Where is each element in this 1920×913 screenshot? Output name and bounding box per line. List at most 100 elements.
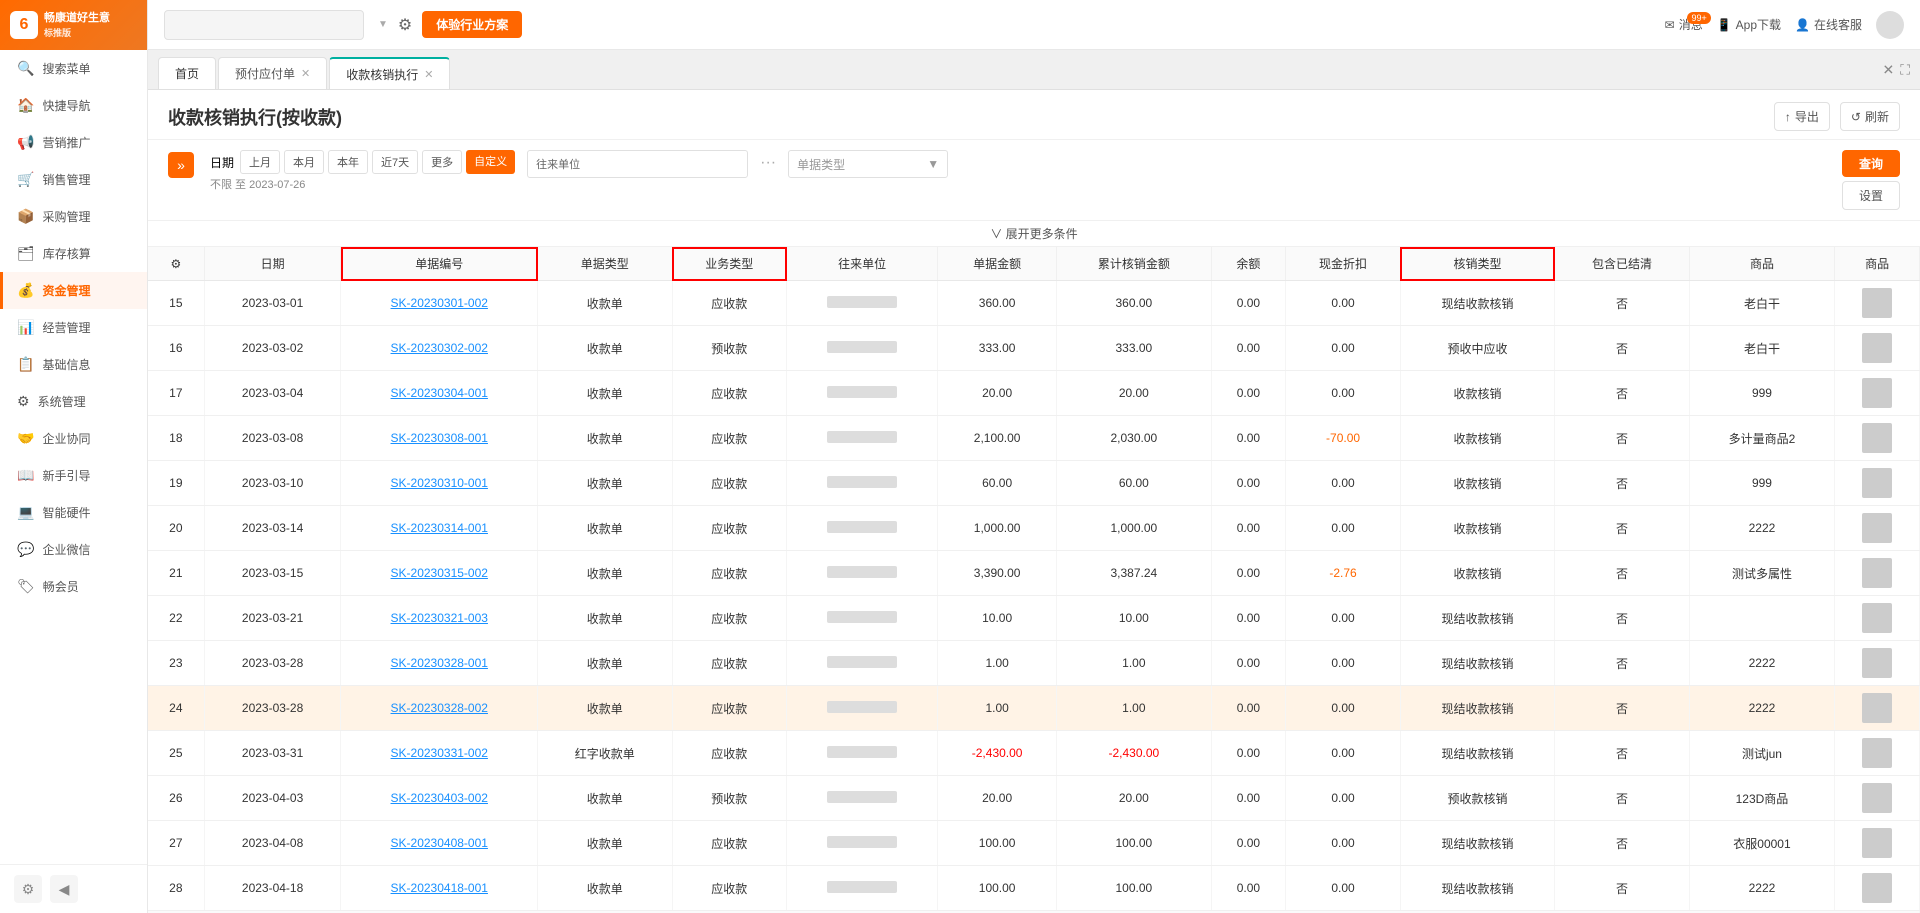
cell-product1: 老白干 [1689, 281, 1835, 326]
sidebar-item-search[interactable]: 🔍 搜索菜单 [0, 50, 147, 87]
cell-discount: 0.00 [1286, 326, 1401, 371]
sidebar-settings-btn[interactable]: ⚙ [14, 875, 42, 903]
sidebar-item-basic[interactable]: 📋 基础信息 [0, 346, 147, 383]
date-btn-lastmonth[interactable]: 上月 [240, 150, 280, 174]
maximize-icon[interactable]: ⛶ [1900, 61, 1910, 78]
cell-product2 [1835, 776, 1920, 821]
cell-written: 360.00 [1057, 281, 1211, 326]
filter-toggle-btn[interactable]: » [168, 152, 194, 178]
cell-settled: 否 [1555, 641, 1689, 686]
cell-product1: 2222 [1689, 866, 1835, 911]
cell-product2 [1835, 371, 1920, 416]
cell-settled: 否 [1555, 686, 1689, 731]
date-btn-7days[interactable]: 近7天 [372, 150, 418, 174]
col-settings[interactable]: ⚙ [148, 247, 204, 281]
table-row: 20 2023-03-14 SK-20230314-001 收款单 应收款 1,… [148, 506, 1920, 551]
filter-date-group: 日期 上月 本月 本年 近7天 更多 自定义 不限 至 2023-07-26 [210, 150, 515, 192]
app-download-btn[interactable]: 📱 App下载 [1717, 16, 1781, 33]
cell-partner [787, 371, 938, 416]
message-btn[interactable]: ✉ 消息 99+ [1665, 16, 1703, 33]
date-btn-custom[interactable]: 自定义 [466, 150, 515, 174]
weixin-icon: 💬 [17, 541, 34, 558]
cell-no: 19 [148, 461, 204, 506]
sidebar-item-sales[interactable]: 🛒 销售管理 [0, 161, 147, 198]
cell-settled: 否 [1555, 281, 1689, 326]
main-area: ▼ ⚙ 体验行业方案 ✉ 消息 99+ 📱 App下载 👤 在线客服 首页 [148, 0, 1920, 913]
cell-written: -2,430.00 [1057, 731, 1211, 776]
refresh-btn[interactable]: ↺ 刷新 [1840, 102, 1900, 131]
data-table: ⚙ 日期 单据编号 单据类型 业务类型 往来单位 单据金额 累计核销金额 余额 … [148, 247, 1920, 913]
export-btn[interactable]: ↑ 导出 [1774, 102, 1830, 131]
partner-input[interactable] [584, 157, 739, 171]
cell-no: 20 [148, 506, 204, 551]
tab-home[interactable]: 首页 [158, 57, 216, 89]
cell-partner [787, 866, 938, 911]
sidebar-item-member[interactable]: 🏷 畅会员 [0, 568, 147, 605]
sidebar-logo: 6 畅康道好生意 标推版 [0, 0, 147, 50]
cell-code: SK-20230418-001 [341, 866, 538, 911]
sidebar-item-system[interactable]: ⚙ 系统管理 [0, 383, 147, 420]
tab-home-label: 首页 [175, 65, 199, 82]
date-btn-more[interactable]: 更多 [422, 150, 462, 174]
expand-label: 展开更多条件 [1006, 227, 1078, 241]
cell-product2 [1835, 461, 1920, 506]
cell-balance: 0.00 [1211, 326, 1286, 371]
cell-product2 [1835, 506, 1920, 551]
filter-partner-group: 往来单位 [527, 150, 748, 178]
sidebar-item-weixin[interactable]: 💬 企业微信 [0, 531, 147, 568]
sidebar-item-guide[interactable]: 📖 新手引导 [0, 457, 147, 494]
sidebar-item-operation[interactable]: 📊 经营管理 [0, 309, 147, 346]
sidebar-label-member: 畅会员 [43, 578, 79, 595]
trial-btn[interactable]: 体验行业方案 [422, 11, 522, 38]
settings-btn[interactable]: 设置 [1842, 181, 1900, 210]
cell-discount: 0.00 [1286, 821, 1401, 866]
cell-type: 收款单 [538, 506, 672, 551]
sidebar-item-finance[interactable]: 💰 资金管理 [0, 272, 147, 309]
cell-date: 2023-03-08 [204, 416, 341, 461]
cell-product1: 测试jun [1689, 731, 1835, 776]
search-input[interactable] [173, 18, 355, 32]
home-icon: 🏠 [17, 97, 34, 114]
query-btn[interactable]: 查询 [1842, 150, 1900, 177]
cell-amount: 10.00 [938, 596, 1057, 641]
user-avatar[interactable] [1876, 11, 1904, 39]
tab-prepay[interactable]: 预付应付单 ✕ [218, 57, 327, 89]
sidebar-item-purchase[interactable]: 📦 采购管理 [0, 198, 147, 235]
cell-no: 15 [148, 281, 204, 326]
close-window-icon[interactable]: ✕ [1882, 61, 1894, 78]
cell-product2 [1835, 866, 1920, 911]
cell-balance: 0.00 [1211, 731, 1286, 776]
date-btn-thismonth[interactable]: 本月 [284, 150, 324, 174]
sidebar-item-inventory[interactable]: 🗂 库存核算 [0, 235, 147, 272]
online-service-btn[interactable]: 👤 在线客服 [1795, 16, 1862, 33]
cell-no: 28 [148, 866, 204, 911]
sidebar-item-marketing[interactable]: 📢 营销推广 [0, 124, 147, 161]
tab-receipt-close[interactable]: ✕ [424, 68, 433, 81]
table-row: 25 2023-03-31 SK-20230331-002 红字收款单 应收款 … [148, 731, 1920, 776]
expand-more-bar[interactable]: ∨ 展开更多条件 [148, 221, 1920, 247]
purchase-icon: 📦 [17, 208, 34, 225]
export-label: 导出 [1795, 108, 1819, 125]
cell-product1: 2222 [1689, 686, 1835, 731]
date-btn-thisyear[interactable]: 本年 [328, 150, 368, 174]
sidebar-collapse-btn[interactable]: ◀ [50, 875, 78, 903]
cell-product2 [1835, 821, 1920, 866]
sidebar-item-hardware[interactable]: 💻 智能硬件 [0, 494, 147, 531]
sidebar-label-purchase: 采购管理 [42, 208, 90, 225]
service-label: 在线客服 [1814, 16, 1862, 33]
cell-written: 2,030.00 [1057, 416, 1211, 461]
settings-gear-icon[interactable]: ⚙ [398, 15, 412, 35]
cell-partner [787, 281, 938, 326]
sidebar-item-quicknav[interactable]: 🏠 快捷导航 [0, 87, 147, 124]
cell-written: 60.00 [1057, 461, 1211, 506]
cell-type: 收款单 [538, 461, 672, 506]
filter-voucher-group: 单据类型 ▼ [788, 150, 948, 178]
tab-prepay-close[interactable]: ✕ [301, 67, 310, 80]
col-biz: 业务类型 [672, 247, 787, 281]
cell-code: SK-20230403-002 [341, 776, 538, 821]
tab-receipt[interactable]: 收款核销执行 ✕ [329, 57, 450, 89]
cell-biz: 预收款 [672, 326, 787, 371]
sidebar-item-enterprise[interactable]: 🤝 企业协同 [0, 420, 147, 457]
cell-written: 1.00 [1057, 641, 1211, 686]
cell-discount: 0.00 [1286, 506, 1401, 551]
